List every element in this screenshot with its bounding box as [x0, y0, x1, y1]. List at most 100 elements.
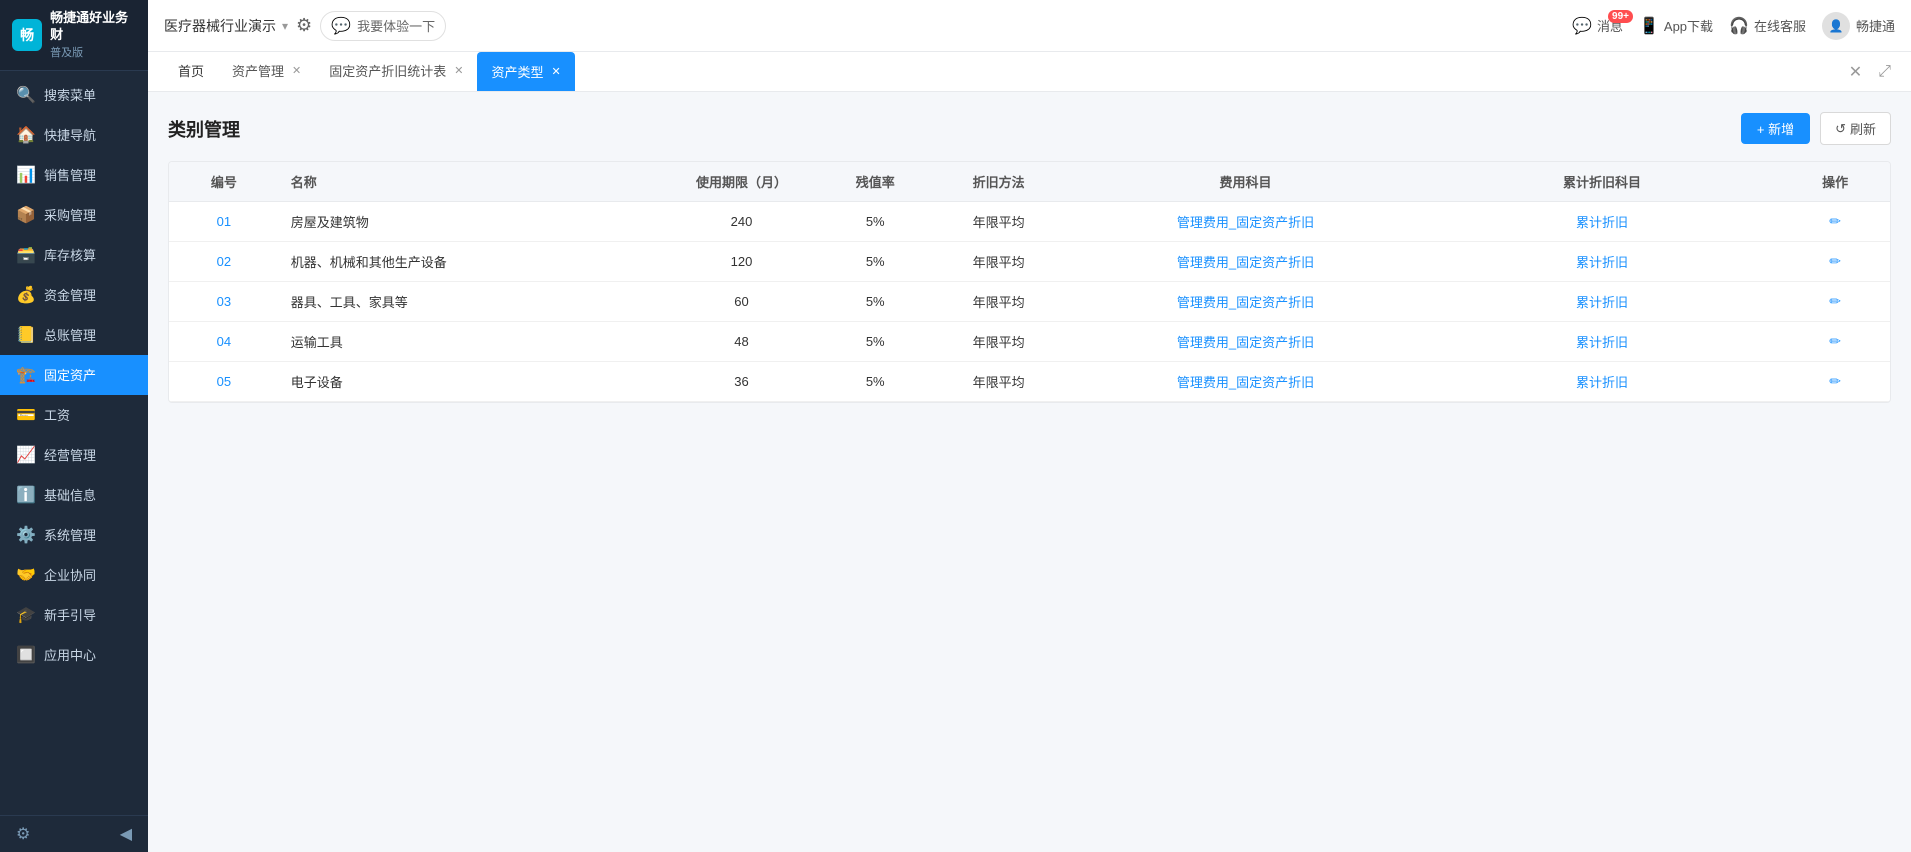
tab-asset-type-close[interactable]: ✕: [552, 65, 561, 78]
sidebar-collapse-icon[interactable]: ◀: [120, 824, 132, 844]
ledger-icon: 📒: [16, 325, 34, 345]
sidebar-item-inventory[interactable]: 🗃️ 库存核算: [0, 235, 148, 275]
sales-icon: 📊: [16, 165, 34, 185]
cell-residual: 5%: [820, 202, 930, 242]
customer-service-icon: 🎧: [1729, 16, 1749, 36]
cell-period: 36: [663, 362, 821, 402]
topbar-customer-service-action[interactable]: 🎧 在线客服: [1729, 16, 1806, 36]
close-window-icon[interactable]: ✕: [1845, 60, 1866, 84]
system-icon: ⚙️: [16, 525, 34, 545]
tab-asset-mgmt-label: 资产管理: [232, 61, 284, 80]
app-subtitle: 普及版: [50, 44, 136, 60]
table-row: 05 电子设备 36 5% 年限平均 管理费用_固定资产折旧 累计折旧 ✏: [169, 362, 1890, 402]
sidebar-item-purchase-label: 采购管理: [44, 205, 96, 224]
expand-window-icon[interactable]: ⤢: [1874, 61, 1895, 83]
cell-method: 年限平均: [930, 282, 1067, 322]
tab-depreciation-table[interactable]: 固定资产折旧统计表 ✕: [315, 52, 477, 91]
message-badge: 99+: [1608, 10, 1633, 23]
refresh-button[interactable]: ↺ 刷新: [1820, 112, 1891, 145]
sidebar-item-basic-info[interactable]: ℹ️ 基础信息: [0, 475, 148, 515]
sidebar-item-finance-label: 资金管理: [44, 285, 96, 304]
cell-accumulated: 累计折旧: [1424, 322, 1781, 362]
app-title: 畅捷通好业务财: [50, 10, 136, 44]
col-name: 名称: [279, 162, 663, 202]
topbar: 医疗器械行业演示 ▾ ⚙ 💬 我要体验一下 💬 消息 99+ 📱 App下载 🎧…: [148, 0, 1911, 52]
cell-expense: 管理费用_固定资产折旧: [1067, 282, 1424, 322]
fixed-assets-icon: 🏗️: [16, 365, 34, 385]
edit-icon[interactable]: ✏: [1829, 333, 1841, 349]
home-icon: 🏠: [16, 125, 34, 145]
topbar-settings-icon[interactable]: ⚙: [296, 15, 312, 36]
cell-action[interactable]: ✏: [1780, 202, 1890, 242]
edit-icon[interactable]: ✏: [1829, 253, 1841, 269]
col-residual: 残值率: [820, 162, 930, 202]
basic-info-icon: ℹ️: [16, 485, 34, 505]
table-row: 03 器具、工具、家具等 60 5% 年限平均 管理费用_固定资产折旧 累计折旧…: [169, 282, 1890, 322]
edit-icon[interactable]: ✏: [1829, 373, 1841, 389]
cell-action[interactable]: ✏: [1780, 362, 1890, 402]
sidebar-item-finance[interactable]: 💰 资金管理: [0, 275, 148, 315]
sidebar-item-payroll[interactable]: 💳 工资: [0, 395, 148, 435]
sidebar-item-search[interactable]: 🔍 搜索菜单: [0, 75, 148, 115]
topbar-app-download-action[interactable]: 📱 App下载: [1639, 16, 1713, 36]
col-accumulated: 累计折旧科目: [1424, 162, 1781, 202]
sidebar-item-ledger[interactable]: 📒 总账管理: [0, 315, 148, 355]
sidebar-item-enterprise-label: 企业协同: [44, 565, 96, 584]
operations-icon: 📈: [16, 445, 34, 465]
sidebar-item-guide[interactable]: 🎓 新手引导: [0, 595, 148, 635]
cell-period: 120: [663, 242, 821, 282]
cell-name: 电子设备: [279, 362, 663, 402]
sidebar-item-inventory-label: 库存核算: [44, 245, 96, 264]
topbar-message-action[interactable]: 💬 消息 99+: [1572, 16, 1623, 36]
cell-id: 05: [169, 362, 279, 402]
company-name: 医疗器械行业演示: [164, 16, 276, 36]
edit-icon[interactable]: ✏: [1829, 293, 1841, 309]
cell-action[interactable]: ✏: [1780, 242, 1890, 282]
sidebar-item-sales[interactable]: 📊 销售管理: [0, 155, 148, 195]
tab-asset-type-label: 资产类型: [491, 62, 543, 81]
topbar-left: 医疗器械行业演示 ▾ ⚙ 💬 我要体验一下: [164, 11, 1560, 41]
inventory-icon: 🗃️: [16, 245, 34, 265]
experience-label: 我要体验一下: [357, 16, 435, 35]
sidebar-settings-icon[interactable]: ⚙: [16, 824, 30, 844]
cell-method: 年限平均: [930, 242, 1067, 282]
sidebar-item-payroll-label: 工资: [44, 405, 70, 424]
sidebar: 畅 畅捷通好业务财 普及版 🔍 搜索菜单 🏠 快捷导航 📊 销售管理 📦 采购管…: [0, 0, 148, 852]
cell-method: 年限平均: [930, 322, 1067, 362]
message-icon: 💬: [1572, 16, 1592, 36]
sidebar-item-system[interactable]: ⚙️ 系统管理: [0, 515, 148, 555]
topbar-user[interactable]: 👤 畅捷通: [1822, 12, 1895, 40]
table-row: 02 机器、机械和其他生产设备 120 5% 年限平均 管理费用_固定资产折旧 …: [169, 242, 1890, 282]
sidebar-item-app-center-label: 应用中心: [44, 645, 96, 664]
cell-action[interactable]: ✏: [1780, 322, 1890, 362]
cell-accumulated: 累计折旧: [1424, 242, 1781, 282]
enterprise-icon: 🤝: [16, 565, 34, 585]
finance-icon: 💰: [16, 285, 34, 305]
tab-depreciation-close[interactable]: ✕: [454, 64, 463, 77]
table-row: 01 房屋及建筑物 240 5% 年限平均 管理费用_固定资产折旧 累计折旧 ✏: [169, 202, 1890, 242]
sidebar-item-purchase[interactable]: 📦 采购管理: [0, 195, 148, 235]
cell-id: 03: [169, 282, 279, 322]
sidebar-item-quick-nav[interactable]: 🏠 快捷导航: [0, 115, 148, 155]
app-logo-icon: 畅: [12, 19, 42, 51]
new-button[interactable]: + 新增: [1741, 113, 1810, 144]
sidebar-item-app-center[interactable]: 🔲 应用中心: [0, 635, 148, 675]
sidebar-item-enterprise[interactable]: 🤝 企业协同: [0, 555, 148, 595]
sidebar-item-guide-label: 新手引导: [44, 605, 96, 624]
sidebar-item-operations[interactable]: 📈 经营管理: [0, 435, 148, 475]
topbar-right: 💬 消息 99+ 📱 App下载 🎧 在线客服 👤 畅捷通: [1572, 12, 1895, 40]
sidebar-item-fixed-assets[interactable]: 🏗️ 固定资产: [0, 355, 148, 395]
cell-residual: 5%: [820, 362, 930, 402]
col-operation: 操作: [1780, 162, 1890, 202]
experience-button[interactable]: 💬 我要体验一下: [320, 11, 446, 41]
payroll-icon: 💳: [16, 405, 34, 425]
cell-action[interactable]: ✏: [1780, 282, 1890, 322]
edit-icon[interactable]: ✏: [1829, 213, 1841, 229]
tab-asset-type[interactable]: 资产类型 ✕: [477, 52, 574, 91]
sidebar-item-search-label: 搜索菜单: [44, 85, 96, 104]
tab-asset-mgmt-close[interactable]: ✕: [292, 64, 301, 77]
company-selector[interactable]: 医疗器械行业演示 ▾: [164, 16, 288, 36]
tab-asset-mgmt[interactable]: 资产管理 ✕: [218, 52, 315, 91]
cell-name: 运输工具: [279, 322, 663, 362]
tab-home[interactable]: 首页: [164, 52, 218, 91]
